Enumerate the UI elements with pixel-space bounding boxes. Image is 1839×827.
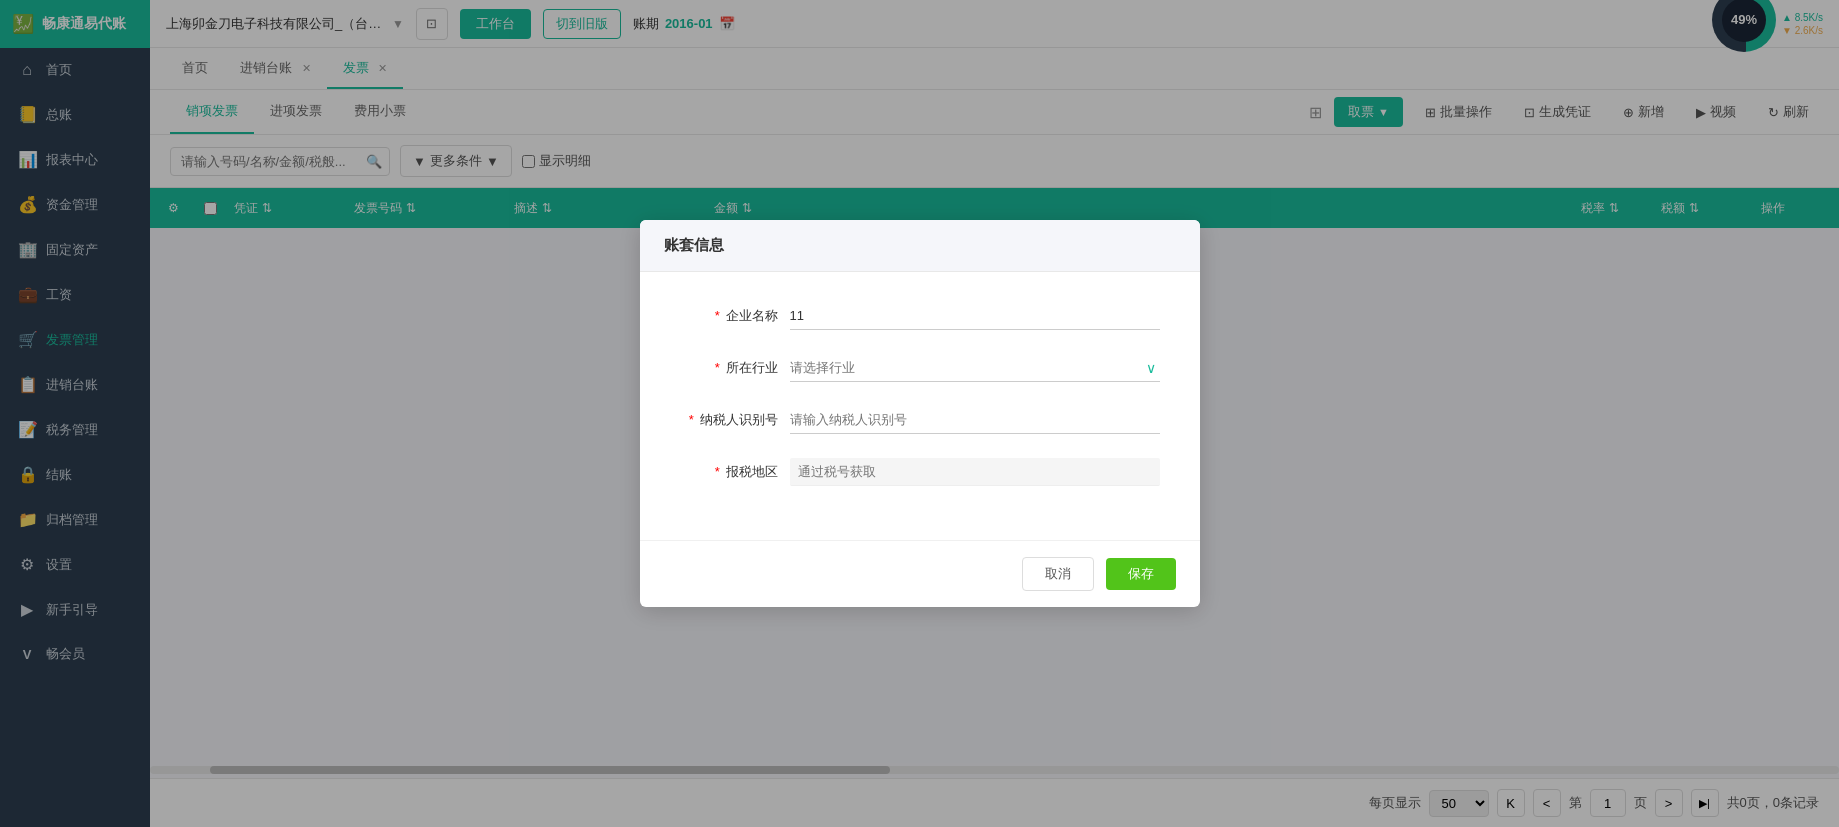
save-button[interactable]: 保存 bbox=[1106, 558, 1176, 590]
modal-footer: 取消 保存 bbox=[640, 540, 1200, 607]
industry-select-wrap[interactable]: ∨ bbox=[790, 354, 1160, 382]
modal-title: 账套信息 bbox=[664, 236, 724, 253]
modal: 账套信息 * 企业名称 * 所在行业 ∨ bbox=[640, 220, 1200, 607]
tax-region-label: * 报税地区 bbox=[680, 463, 790, 481]
form-row-tax-id: * 纳税人识别号 bbox=[680, 406, 1160, 434]
cancel-button[interactable]: 取消 bbox=[1022, 557, 1094, 591]
required-star: * bbox=[715, 308, 720, 323]
form-row-industry: * 所在行业 ∨ bbox=[680, 354, 1160, 382]
tax-id-label: * 纳税人识别号 bbox=[680, 411, 790, 429]
required-star: * bbox=[715, 360, 720, 375]
company-name-label: * 企业名称 bbox=[680, 307, 790, 325]
modal-header: 账套信息 bbox=[640, 220, 1200, 272]
required-star: * bbox=[689, 412, 694, 427]
company-name-input[interactable] bbox=[790, 302, 1160, 330]
tax-region-input bbox=[790, 458, 1160, 486]
tax-id-input[interactable] bbox=[790, 406, 1160, 434]
industry-dropdown-icon: ∨ bbox=[1146, 360, 1160, 376]
industry-label: * 所在行业 bbox=[680, 359, 790, 377]
modal-body: * 企业名称 * 所在行业 ∨ * 纳税人识别号 bbox=[640, 272, 1200, 540]
form-row-company-name: * 企业名称 bbox=[680, 302, 1160, 330]
industry-select-input[interactable] bbox=[790, 354, 1146, 381]
required-star: * bbox=[715, 464, 720, 479]
form-row-tax-region: * 报税地区 bbox=[680, 458, 1160, 486]
modal-overlay: 账套信息 * 企业名称 * 所在行业 ∨ bbox=[0, 0, 1839, 827]
